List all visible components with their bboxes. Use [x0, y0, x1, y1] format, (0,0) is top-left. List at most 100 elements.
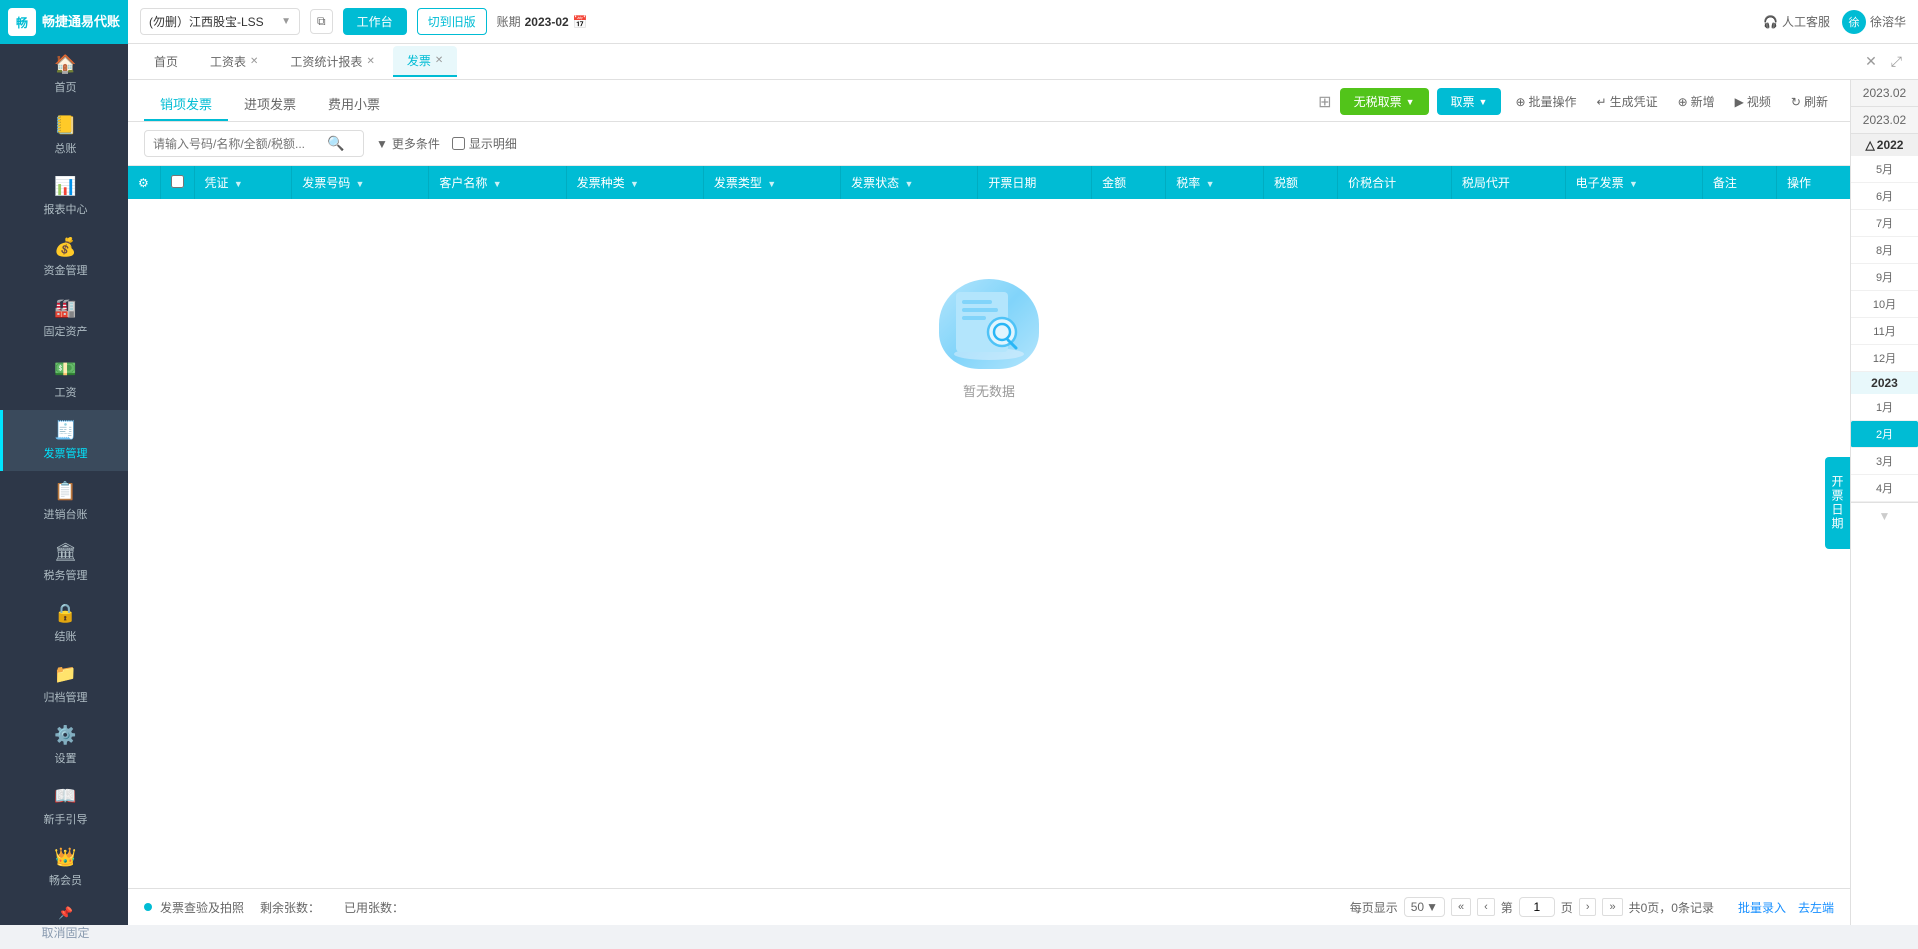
page-unit: 页	[1561, 899, 1573, 916]
sidebar-item-member[interactable]: 👑 畅会员	[0, 837, 128, 898]
th-tax-code: 税局代开	[1451, 166, 1565, 199]
tab-close-salary-stats[interactable]: ✕	[366, 56, 374, 67]
year-2022-label: △ 2022	[1851, 134, 1918, 156]
invoice-type-filter-icon[interactable]: ▼	[630, 179, 639, 189]
switch-version-button[interactable]: 切到旧版	[417, 8, 487, 35]
month-8[interactable]: 8月	[1851, 237, 1918, 264]
sidebar-item-unpin[interactable]: 📌 取消固定	[0, 898, 128, 949]
more-conditions-button[interactable]: ▼ 更多条件	[376, 135, 440, 152]
gen-voucher-button[interactable]: ↵ 生成凭证	[1591, 88, 1664, 115]
sidebar-item-tax[interactable]: 🏛 税务管理	[0, 532, 128, 593]
month-2023-4[interactable]: 4月	[1851, 475, 1918, 502]
select-all-checkbox[interactable]	[171, 175, 184, 188]
subtab-expense-receipt[interactable]: 费用小票	[312, 88, 396, 121]
sidebar-item-archive[interactable]: 📁 归档管理	[0, 654, 128, 715]
th-invoice-category: 发票类型 ▼	[703, 166, 840, 199]
month-10[interactable]: 10月	[1851, 291, 1918, 318]
subtab-sales-invoice[interactable]: 销项发票	[144, 88, 228, 121]
show-detail-checkbox-label[interactable]: 显示明细	[452, 135, 517, 152]
new-button[interactable]: ⊕ 新增	[1672, 88, 1721, 115]
filter-icon: ▼	[376, 137, 388, 151]
month-5[interactable]: 5月	[1851, 156, 1918, 183]
month-9[interactable]: 9月	[1851, 264, 1918, 291]
month-12[interactable]: 12月	[1851, 345, 1918, 372]
window-maximize-button[interactable]: ⤢	[1887, 51, 1906, 72]
sidebar-item-ledger[interactable]: 📒 总账	[0, 105, 128, 166]
search-icon[interactable]: 🔍	[327, 135, 344, 152]
sidebar-item-fixed[interactable]: 🏭 固定资产	[0, 288, 128, 349]
month-2023-2[interactable]: 2月	[1851, 421, 1918, 448]
tab-invoice[interactable]: 发票 ✕	[393, 46, 457, 77]
sidebar-item-salary[interactable]: 💵 工资	[0, 349, 128, 410]
page-content: 销项发票 进项发票 费用小票 ⊞ 无税取票 ▼ 取票 ▼ ⊕ 批量操作	[128, 80, 1850, 925]
headset-icon: 🎧	[1763, 15, 1778, 29]
tab-salary-table[interactable]: 工资表 ✕	[196, 47, 272, 76]
sidebar-item-home[interactable]: 🏠 首页	[0, 44, 128, 105]
get-ticket-button[interactable]: 取票 ▼	[1437, 88, 1502, 115]
empty-row: 暂无数据	[128, 199, 1850, 480]
invoice-category-filter-icon[interactable]: ▼	[767, 179, 776, 189]
workbench-button[interactable]: 工作台	[343, 8, 407, 35]
sidebar-item-funds[interactable]: 💰 资金管理	[0, 227, 128, 288]
sidebar-item-guide[interactable]: 📖 新手引导	[0, 776, 128, 837]
grid-view-icon[interactable]: ⊞	[1318, 92, 1331, 112]
refresh-icon: ↻	[1791, 95, 1801, 109]
tab-close-salary-table[interactable]: ✕	[250, 56, 258, 67]
refresh-button[interactable]: ↻ 刷新	[1785, 88, 1834, 115]
video-button[interactable]: ▶ 视频	[1729, 88, 1777, 115]
th-checkbox[interactable]	[160, 166, 194, 199]
user-avatar[interactable]: 徐 徐溶华	[1842, 10, 1906, 34]
page-input[interactable]	[1519, 897, 1555, 917]
month-2023-3[interactable]: 3月	[1851, 448, 1918, 475]
salary-icon: 💵	[54, 359, 76, 380]
sidebar-item-settings[interactable]: ⚙️ 设置	[0, 715, 128, 776]
logo-icon: 畅	[8, 8, 36, 36]
date-sidebar-scroll-down[interactable]: ▼	[1851, 502, 1918, 529]
tab-close-invoice[interactable]: ✕	[435, 55, 443, 66]
month-7[interactable]: 7月	[1851, 210, 1918, 237]
get-ticket-dropdown-arrow: ▼	[1479, 97, 1488, 107]
page-last-button[interactable]: »	[1602, 898, 1622, 916]
window-controls: ✕ ⤢	[1861, 51, 1906, 72]
empty-state: 暂无数据	[128, 199, 1850, 480]
import-link[interactable]: 批量录入	[1738, 899, 1786, 916]
e-invoice-filter-icon[interactable]: ▼	[1629, 179, 1638, 189]
voucher-filter-icon[interactable]: ▼	[234, 179, 243, 189]
subtab-purchase-invoice[interactable]: 进项发票	[228, 88, 312, 121]
customer-filter-icon[interactable]: ▼	[493, 179, 502, 189]
sidebar-item-sales[interactable]: 📋 进销台账	[0, 471, 128, 532]
total-info: 共0页，0条记录	[1629, 899, 1714, 916]
invoice-status-filter-icon[interactable]: ▼	[904, 179, 913, 189]
tax-rate-filter-icon[interactable]: ▼	[1206, 179, 1215, 189]
th-settings[interactable]: ⚙	[128, 166, 160, 199]
page-next-button[interactable]: ›	[1579, 898, 1597, 916]
page-prev-button[interactable]: ‹	[1477, 898, 1495, 916]
copy-button[interactable]: ⧉	[310, 9, 333, 34]
month-2023-1[interactable]: 1月	[1851, 394, 1918, 421]
invoice-no-filter-icon[interactable]: ▼	[356, 179, 365, 189]
page-first-button[interactable]: «	[1451, 898, 1471, 916]
tab-home[interactable]: 首页	[140, 47, 192, 76]
support-button[interactable]: 🎧 人工客服	[1763, 13, 1830, 30]
company-selector[interactable]: (勿删）江西股宝-LSS ▼	[140, 8, 300, 35]
tax-icon: 🏛	[54, 542, 77, 563]
sidebar-item-invoice[interactable]: 🧾 发票管理	[0, 410, 128, 471]
sidebar-item-close-accounts[interactable]: 🔒 结账	[0, 593, 128, 654]
month-6[interactable]: 6月	[1851, 183, 1918, 210]
tab-salary-stats[interactable]: 工资统计报表 ✕	[276, 47, 388, 76]
window-close-button[interactable]: ✕	[1861, 51, 1881, 72]
date-header-2[interactable]: 2023.02	[1851, 107, 1918, 134]
th-invoice-status: 发票状态 ▼	[841, 166, 978, 199]
search-input[interactable]	[153, 137, 323, 151]
bottom-bar: 发票查验及拍照 剩余张数： 已用张数： 每页显示 50 ▼ « ‹ 第 页 ›	[128, 888, 1850, 925]
export-link[interactable]: 去左端	[1798, 899, 1834, 916]
show-detail-checkbox[interactable]	[452, 137, 465, 150]
th-remark: 备注	[1702, 166, 1776, 199]
month-11[interactable]: 11月	[1851, 318, 1918, 345]
th-amount: 金额	[1092, 166, 1166, 199]
sidebar-item-reports[interactable]: 📊 报表中心	[0, 166, 128, 227]
date-header-1[interactable]: 2023.02	[1851, 80, 1918, 107]
batch-op-button[interactable]: ⊕ 批量操作	[1509, 88, 1582, 115]
page-size-select[interactable]: 50 ▼	[1404, 897, 1445, 917]
no-tax-ticket-button[interactable]: 无税取票 ▼	[1340, 88, 1429, 115]
